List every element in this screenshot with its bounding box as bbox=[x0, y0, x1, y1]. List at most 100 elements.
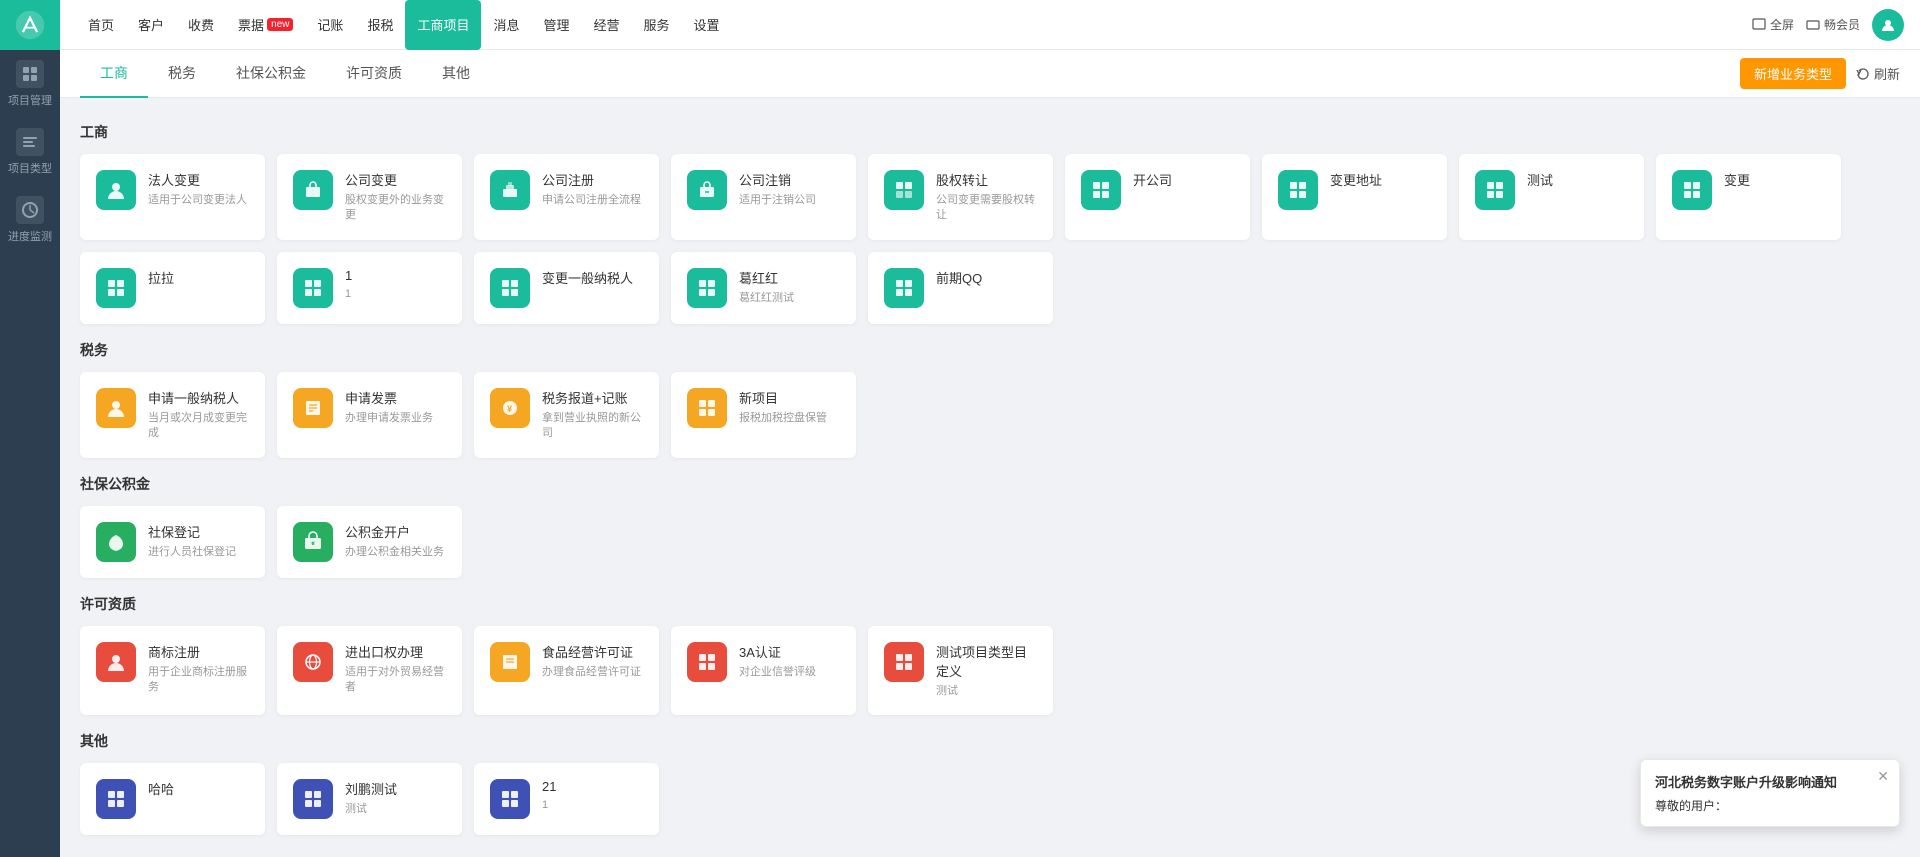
notification-title: 河北税务数字账户升级影响通知 bbox=[1655, 772, 1885, 791]
nav-tax[interactable]: 报税 bbox=[355, 0, 405, 50]
section-shuiwu: 税务 申请一般纳税人 当月或次月成变更完成 bbox=[80, 340, 1900, 458]
nav-service[interactable]: 服务 bbox=[632, 0, 682, 50]
subtab-gongshang[interactable]: 工商 bbox=[80, 50, 148, 98]
subtab-other[interactable]: 其他 bbox=[422, 50, 490, 98]
subtab-shuiwu[interactable]: 税务 bbox=[148, 50, 216, 98]
card-legal-change[interactable]: 法人变更 适用于公司变更法人 bbox=[80, 154, 265, 240]
card-test1[interactable]: 测试 bbox=[1459, 154, 1644, 240]
nav-message[interactable]: 消息 bbox=[481, 0, 531, 50]
food-license-icon bbox=[490, 642, 530, 682]
card-twentyone[interactable]: 21 1 bbox=[474, 763, 659, 835]
nav-accounting[interactable]: 记账 bbox=[305, 0, 355, 50]
sidebar-logo[interactable] bbox=[0, 0, 60, 50]
sidebar-label-progress: 进度监测 bbox=[8, 228, 52, 244]
card-food-license[interactable]: 食品经营许可证 办理食品经营许可证 bbox=[474, 626, 659, 715]
xuke-cards: 商标注册 用于企业商标注册服务 进出口权办理 适用于对外贸易经营者 bbox=[80, 626, 1900, 715]
sidebar: 项目管理 项目类型 进度监测 bbox=[0, 0, 60, 857]
card-haha[interactable]: 哈哈 bbox=[80, 763, 265, 835]
equity-transfer-icon bbox=[884, 170, 924, 210]
gongshang-cards: 法人变更 适用于公司变更法人 公司变更 股权变更外的业务变更 bbox=[80, 154, 1900, 324]
card-company-register[interactable]: 公司注册 申请公司注册全流程 bbox=[474, 154, 659, 240]
apply-taxpayer-icon bbox=[96, 388, 136, 428]
sidebar-item-project-type[interactable]: 项目类型 bbox=[0, 118, 60, 186]
company-change-desc: 股权变更外的业务变更 bbox=[345, 193, 446, 224]
nav-settings[interactable]: 设置 bbox=[682, 0, 732, 50]
legal-change-title: 法人变更 bbox=[148, 170, 249, 189]
card-import-export[interactable]: 进出口权办理 适用于对外贸易经营者 bbox=[277, 626, 462, 715]
3a-cert-icon bbox=[687, 642, 727, 682]
section-title-other: 其他 bbox=[80, 731, 1900, 751]
card-equity-transfer[interactable]: 股权转让 公司变更需要股权转让 bbox=[868, 154, 1053, 240]
card-liupeng[interactable]: 刘鹏测试 测试 bbox=[277, 763, 462, 835]
content: 工商 税务 社保公积金 许可资质 其他 新增业务类型 刷新 工商 bbox=[60, 50, 1920, 857]
section-gongshang: 工商 法人变更 适用于公司变更法人 bbox=[80, 122, 1900, 324]
nav-customer[interactable]: 客户 bbox=[126, 0, 176, 50]
notification-text: 尊敬的用户： bbox=[1655, 797, 1885, 814]
card-company-change[interactable]: 公司变更 股权变更外的业务变更 bbox=[277, 154, 462, 240]
card-lala[interactable]: 拉拉 bbox=[80, 252, 265, 324]
one-icon bbox=[293, 268, 333, 308]
test1-icon bbox=[1475, 170, 1515, 210]
card-test-proj-type[interactable]: 测试项目类型目定义 测试 bbox=[868, 626, 1053, 715]
card-change-tax[interactable]: 变更一般纳税人 bbox=[474, 252, 659, 324]
card-change-address[interactable]: 变更地址 bbox=[1262, 154, 1447, 240]
sidebar-item-project-mgmt[interactable]: 项目管理 bbox=[0, 50, 60, 118]
card-apply-taxpayer[interactable]: 申请一般纳税人 当月或次月成变更完成 bbox=[80, 372, 265, 458]
ticket-badge: new bbox=[267, 18, 293, 31]
project-mgmt-icon bbox=[16, 60, 44, 88]
company-register-desc: 申请公司注册全流程 bbox=[542, 193, 643, 208]
nav-management[interactable]: 管理 bbox=[531, 0, 581, 50]
change-tax-icon bbox=[490, 268, 530, 308]
sidebar-item-progress[interactable]: 进度监测 bbox=[0, 186, 60, 254]
notification-popup: ✕ 河北税务数字账户升级影响通知 尊敬的用户： bbox=[1640, 759, 1900, 827]
new-project-icon bbox=[687, 388, 727, 428]
lala-icon bbox=[96, 268, 136, 308]
gjj-open-icon bbox=[293, 522, 333, 562]
company-change-icon bbox=[293, 170, 333, 210]
change2-icon bbox=[1672, 170, 1712, 210]
nav-bizproject[interactable]: 工商项目 bbox=[405, 0, 481, 50]
progress-icon bbox=[16, 196, 44, 224]
nav-billing[interactable]: 收费 bbox=[176, 0, 226, 50]
company-register-icon bbox=[490, 170, 530, 210]
card-open-company[interactable]: 开公司 bbox=[1065, 154, 1250, 240]
sidebar-label-project-type: 项目类型 bbox=[8, 160, 52, 176]
card-qianqi-qq[interactable]: 前期QQ bbox=[868, 252, 1053, 324]
refresh-button[interactable]: 刷新 bbox=[1856, 64, 1900, 83]
change-address-info: 变更地址 bbox=[1330, 170, 1431, 193]
card-mahonghong[interactable]: 葛红红 葛红红测试 bbox=[671, 252, 856, 324]
subtabs: 工商 税务 社保公积金 许可资质 其他 新增业务类型 刷新 bbox=[60, 50, 1920, 98]
nav-operations[interactable]: 经营 bbox=[582, 0, 632, 50]
section-title-xuke: 许可资质 bbox=[80, 594, 1900, 614]
section-other: 其他 哈哈 刘 bbox=[80, 731, 1900, 835]
user-avatar[interactable] bbox=[1872, 9, 1904, 41]
company-change-title: 公司变更 bbox=[345, 170, 446, 189]
open-company-icon bbox=[1081, 170, 1121, 210]
card-company-cancel[interactable]: 公司注销 适用于注销公司 bbox=[671, 154, 856, 240]
equity-transfer-desc: 公司变更需要股权转让 bbox=[936, 193, 1037, 224]
nav-ticket[interactable]: 票据 new bbox=[226, 0, 305, 50]
notification-close-btn[interactable]: ✕ bbox=[1877, 768, 1889, 785]
card-change2[interactable]: 变更 bbox=[1656, 154, 1841, 240]
card-gjj-open[interactable]: 公积金开户 办理公积金相关业务 bbox=[277, 506, 462, 578]
card-3a-cert[interactable]: 3A认证 对企业信誉评级 bbox=[671, 626, 856, 715]
card-trademark[interactable]: 商标注册 用于企业商标注册服务 bbox=[80, 626, 265, 715]
subtab-xuke[interactable]: 许可资质 bbox=[326, 50, 422, 98]
add-biztype-button[interactable]: 新增业务类型 bbox=[1740, 58, 1846, 89]
card-shebao-register[interactable]: 社保登记 进行人员社保登记 bbox=[80, 506, 265, 578]
subtab-shebao[interactable]: 社保公积金 bbox=[216, 50, 326, 98]
card-new-project[interactable]: 新项目 报税加税控盘保管 bbox=[671, 372, 856, 458]
open-company-title: 开公司 bbox=[1133, 170, 1234, 189]
apply-invoice-icon bbox=[293, 388, 333, 428]
fullscreen-btn[interactable]: 全屏 bbox=[1752, 16, 1794, 33]
shebao-cards: 社保登记 进行人员社保登记 公积金开户 办理公积金相关业务 bbox=[80, 506, 1900, 578]
vip-btn[interactable]: 畅会员 bbox=[1806, 16, 1860, 33]
change-address-icon bbox=[1278, 170, 1318, 210]
shebao-register-icon bbox=[96, 522, 136, 562]
card-tax-report-accounting[interactable]: ¥ 税务报道+记账 拿到营业执照的新公司 bbox=[474, 372, 659, 458]
nav-home[interactable]: 首页 bbox=[76, 0, 126, 50]
card-apply-invoice[interactable]: 申请发票 办理申请发票业务 bbox=[277, 372, 462, 458]
section-title-shebao: 社保公积金 bbox=[80, 474, 1900, 494]
company-cancel-title: 公司注销 bbox=[739, 170, 840, 189]
card-one[interactable]: 1 1 bbox=[277, 252, 462, 324]
